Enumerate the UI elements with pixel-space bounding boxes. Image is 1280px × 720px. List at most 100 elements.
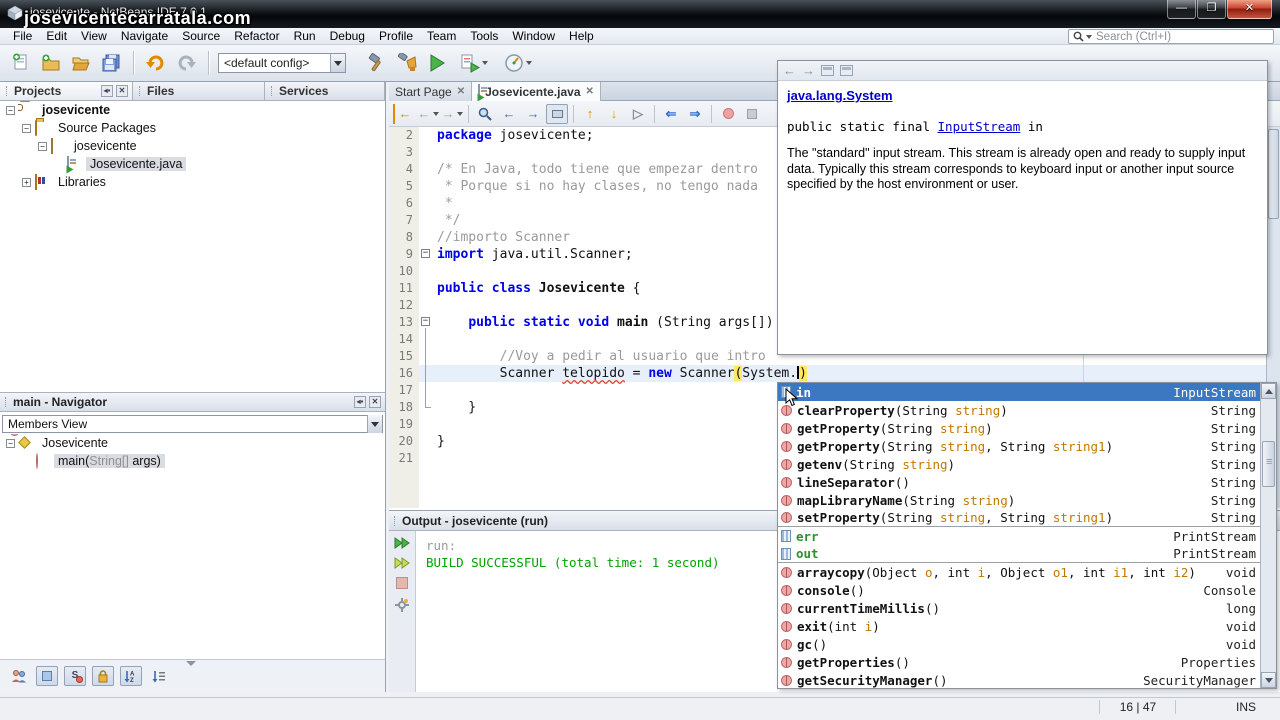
config-dropdown-icon[interactable] — [330, 54, 345, 72]
tab-close-icon[interactable]: ✕ — [586, 86, 594, 97]
shift-right-icon[interactable]: ⇒ — [684, 104, 706, 124]
forward-icon[interactable]: → — [441, 104, 463, 124]
title-bar[interactable]: josevicente - NetBeans IDE 7.0.1 josevic… — [0, 0, 1280, 28]
tab-services[interactable]: Services — [265, 82, 385, 101]
members-view-dropdown-icon[interactable] — [367, 415, 382, 433]
clean-build-button[interactable] — [394, 50, 420, 76]
menu-tools[interactable]: Tools — [463, 29, 505, 43]
completion-item[interactable]: exit(int i) void — [778, 617, 1260, 635]
completion-item[interactable]: getSecurityManager() SecurityManager — [778, 671, 1260, 688]
navigator-item[interactable]: − Josevicente — [0, 434, 385, 452]
menu-run[interactable]: Run — [287, 29, 323, 43]
open-project-button[interactable] — [68, 50, 94, 76]
last-edit-icon[interactable]: ← — [393, 103, 415, 124]
javadoc-forward-icon[interactable]: → — [802, 63, 815, 78]
scroll-thumb[interactable] — [1262, 441, 1275, 487]
stop-run-icon[interactable] — [396, 577, 408, 589]
menu-view[interactable]: View — [74, 29, 114, 43]
completion-item[interactable]: getProperty(String string) String — [778, 419, 1260, 437]
new-project-button[interactable] — [38, 50, 64, 76]
fold-collapse-icon[interactable]: − — [421, 249, 430, 258]
previous-bookmark-icon[interactable]: ↑ — [579, 104, 601, 124]
tree-item-josevicente[interactable]: − josevicente — [0, 101, 385, 119]
sort-by-source-icon[interactable] — [148, 666, 170, 686]
completion-item[interactable]: console() Console — [778, 581, 1260, 599]
navigator-item[interactable]: −main(String[] args) — [0, 452, 385, 470]
profile-dropdown-icon[interactable] — [526, 61, 532, 65]
menu-source[interactable]: Source — [175, 29, 227, 43]
run-project-button[interactable] — [424, 50, 450, 76]
inherited-members-icon[interactable] — [8, 666, 30, 686]
rerun-icon[interactable] — [394, 537, 410, 549]
toggle-highlight-icon[interactable] — [546, 103, 568, 124]
fold-margin[interactable] — [419, 399, 435, 416]
collapse-icon[interactable]: − — [6, 438, 15, 448]
tree-item-josevicente[interactable]: − josevicente — [0, 137, 385, 155]
completion-scrollbar[interactable] — [1260, 383, 1276, 688]
javadoc-type-link[interactable]: InputStream — [938, 119, 1021, 134]
completion-item[interactable]: clearProperty(String string) String — [778, 401, 1260, 419]
completion-item[interactable]: getenv(String string) String — [778, 455, 1260, 473]
rerun-with-args-icon[interactable] — [394, 557, 410, 569]
menu-edit[interactable]: Edit — [39, 29, 74, 43]
completion-item[interactable]: setProperty(String string, String string… — [778, 509, 1260, 527]
navigator-close-icon[interactable]: ✕ — [369, 396, 381, 408]
new-file-button[interactable] — [8, 50, 34, 76]
fold-margin[interactable] — [419, 382, 435, 399]
tree-item-josevicente-java[interactable]: −Josevicente.java — [0, 155, 385, 173]
completion-item[interactable]: getProperty(String string, String string… — [778, 437, 1260, 455]
tab-close-icon[interactable]: ✕ — [457, 86, 465, 97]
save-all-button[interactable] — [98, 50, 124, 76]
minimize-button[interactable]: — — [1167, 0, 1196, 19]
completion-item[interactable]: gc() void — [778, 635, 1260, 653]
profile-project-button[interactable] — [498, 50, 538, 76]
completion-item[interactable]: currentTimeMillis() long — [778, 599, 1260, 617]
start-macro-icon[interactable] — [717, 104, 739, 124]
shift-left-icon[interactable]: ⇐ — [660, 104, 682, 124]
fold-margin[interactable]: − — [419, 246, 435, 263]
completion-item[interactable]: lineSeparator() String — [778, 473, 1260, 491]
fold-margin[interactable] — [419, 348, 435, 365]
menu-navigate[interactable]: Navigate — [114, 29, 175, 43]
menu-help[interactable]: Help — [562, 29, 601, 43]
completion-item[interactable]: mapLibraryName(String string) String — [778, 491, 1260, 509]
code-text[interactable]: Scanner telopido = new Scanner(System.) — [435, 365, 1280, 382]
menu-refactor[interactable]: Refactor — [227, 29, 286, 43]
collapse-icon[interactable]: − — [38, 141, 47, 151]
stop-macro-icon[interactable] — [741, 104, 763, 124]
find-previous-icon[interactable]: ← — [498, 104, 520, 124]
javadoc-class-link[interactable]: java.lang.System — [787, 88, 893, 103]
debug-project-button[interactable] — [454, 50, 494, 76]
find-next-icon[interactable]: → — [522, 104, 544, 124]
tree-item-libraries[interactable]: + Libraries — [0, 173, 385, 191]
completion-item[interactable]: getProperties() Properties — [778, 653, 1260, 671]
run-settings-icon[interactable] — [394, 597, 410, 613]
completion-item[interactable]: in InputStream — [778, 383, 1260, 401]
menu-file[interactable]: File — [6, 29, 39, 43]
members-view-combobox[interactable]: Members View — [2, 415, 383, 433]
expand-icon[interactable]: + — [22, 177, 31, 187]
fold-margin[interactable] — [419, 365, 435, 382]
navigator-minimize-icon[interactable]: ◂▪ — [354, 396, 366, 408]
javadoc-show-browser-icon[interactable] — [821, 65, 834, 76]
editor-tab-josevicente-java[interactable]: Josevicente.java ✕ — [472, 82, 601, 101]
navigator-header[interactable]: main - Navigator ◂▪ ✕ — [0, 392, 385, 412]
show-static-members-toggle[interactable]: S — [64, 666, 86, 686]
javadoc-back-icon[interactable]: ← — [783, 63, 796, 78]
show-non-public-toggle[interactable] — [92, 666, 114, 686]
back-icon[interactable]: ← — [417, 104, 439, 124]
completion-item[interactable]: out PrintStream — [778, 545, 1260, 563]
show-fields-toggle[interactable] — [36, 666, 58, 686]
build-project-button[interactable] — [364, 50, 390, 76]
menu-profile[interactable]: Profile — [372, 29, 420, 43]
find-selection-icon[interactable] — [474, 104, 496, 124]
tab-files[interactable]: Files — [133, 82, 265, 101]
scroll-up-icon[interactable] — [1261, 383, 1276, 399]
fold-margin[interactable] — [419, 331, 435, 348]
debug-dropdown-icon[interactable] — [482, 61, 488, 65]
splitter-collapse-handle[interactable] — [186, 661, 196, 666]
javadoc-goto-source-icon[interactable] — [840, 65, 853, 76]
scroll-down-icon[interactable] — [1261, 672, 1276, 688]
search-input[interactable]: Search (Ctrl+I) — [1068, 29, 1274, 44]
completion-item[interactable]: err PrintStream — [778, 527, 1260, 545]
